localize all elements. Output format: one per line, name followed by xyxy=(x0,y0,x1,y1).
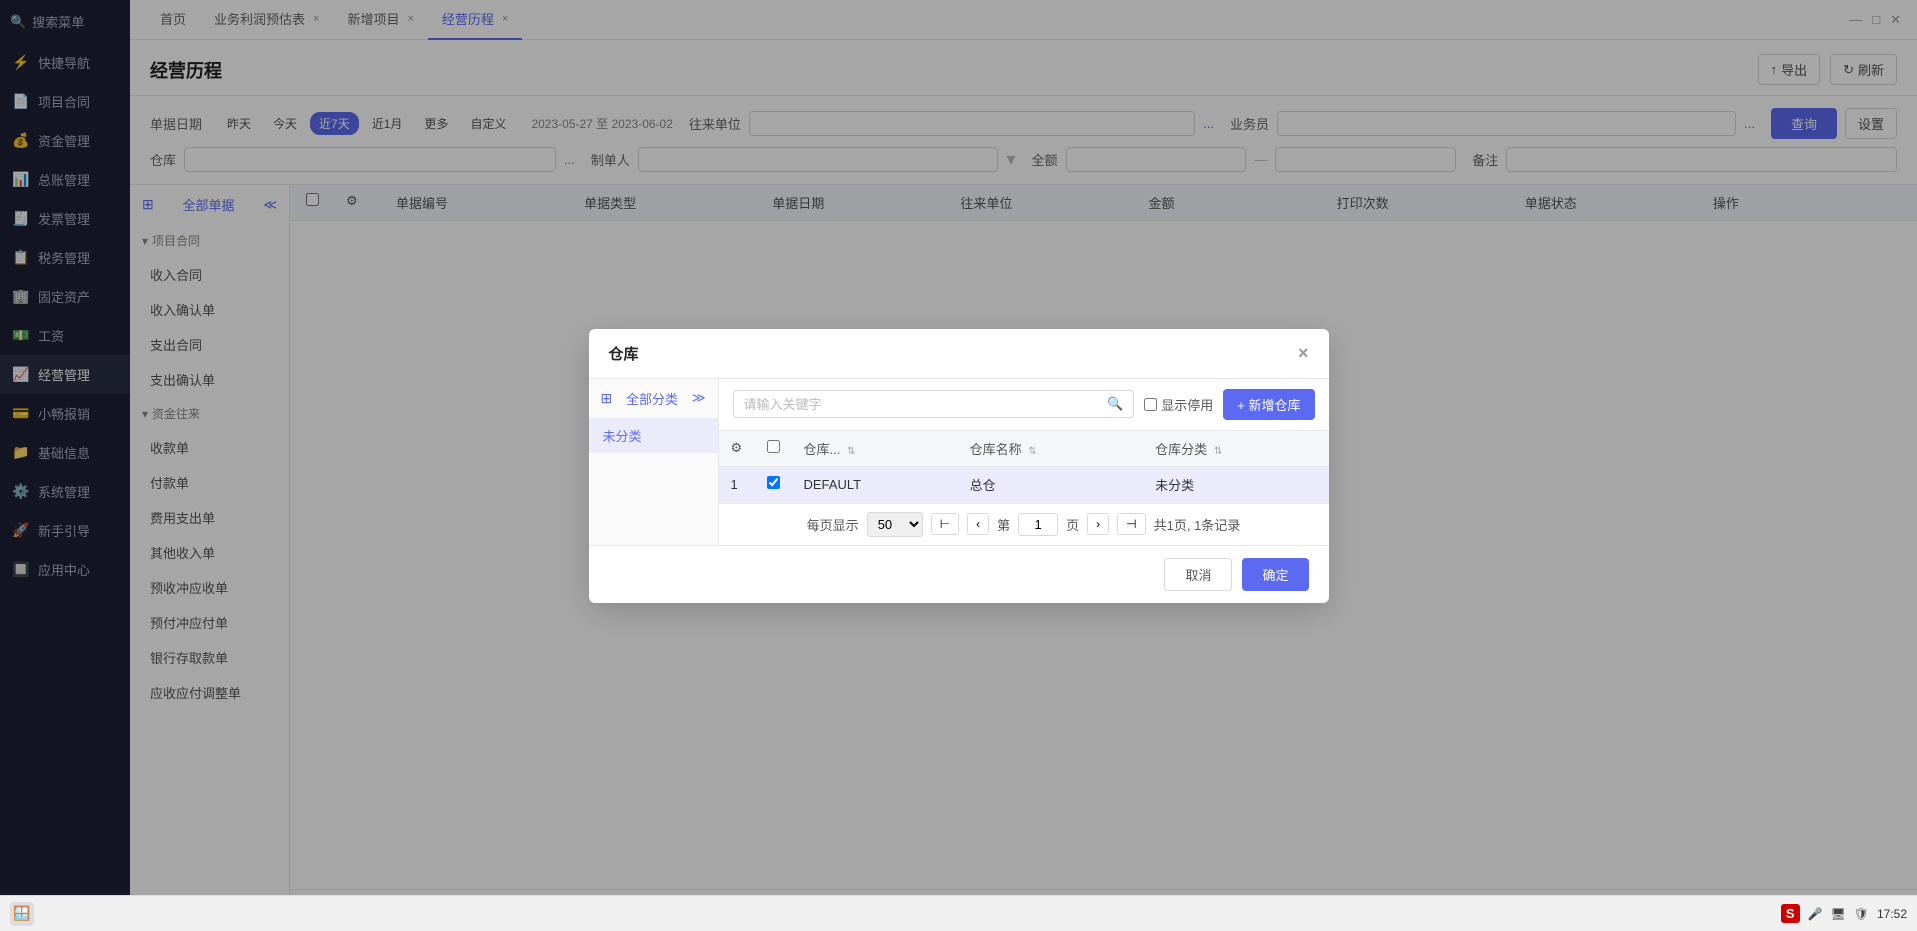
dialog-th-settings[interactable]: ⚙ xyxy=(719,431,755,467)
all-category-label: 全部分类 xyxy=(626,389,678,408)
dialog-header: 仓库 × xyxy=(589,329,1329,379)
systray-shield-icon[interactable]: 🛡 xyxy=(1854,907,1869,921)
dialog-left-panel: ⊞ 全部分类 ≫ 未分类 xyxy=(589,379,719,545)
sort-icon-name: ⇅ xyxy=(1028,446,1036,457)
dialog-right-panel: 🔍 显示停用 + 新增仓库 ⚙ xyxy=(719,379,1329,545)
sort-icon-category: ⇅ xyxy=(1214,446,1222,457)
system-tray: S 🎤 🖥 🛡 17:52 xyxy=(1781,904,1907,923)
dialog-overlay: 仓库 × ⊞ 全部分类 ≫ 未分类 🔍 xyxy=(0,0,1917,931)
dialog-select-all-checkbox[interactable] xyxy=(767,440,780,453)
cancel-button[interactable]: 取消 xyxy=(1164,558,1232,591)
dialog-left-collapse-icon[interactable]: ≫ xyxy=(692,390,706,406)
th-settings-icon: ⚙ xyxy=(731,440,743,455)
systray-mic-icon[interactable]: 🎤 xyxy=(1808,907,1823,921)
confirm-button[interactable]: 确定 xyxy=(1242,558,1308,591)
dialog-last-page-btn[interactable]: ⊣ xyxy=(1117,513,1145,535)
systray-screen-icon[interactable]: 🖥 xyxy=(1831,907,1846,921)
dialog-search-icon[interactable]: 🔍 xyxy=(1107,396,1123,412)
dialog-first-page-btn[interactable]: ⊢ xyxy=(931,513,959,535)
show-disabled-text: 显示停用 xyxy=(1161,395,1213,414)
dialog-search-box: 🔍 xyxy=(733,390,1135,418)
dialog-close-button[interactable]: × xyxy=(1298,344,1309,362)
dialog-left-all-category[interactable]: ⊞ 全部分类 ≫ xyxy=(589,379,718,418)
table-row[interactable]: 1 DEFAULT 总仓 未分类 xyxy=(719,466,1329,502)
dialog-per-page-select[interactable]: 50 10 20 100 xyxy=(867,512,923,537)
dialog-next-page-btn[interactable]: › xyxy=(1087,513,1109,535)
row-code: DEFAULT xyxy=(792,466,958,502)
dialog-th-checkbox xyxy=(755,431,792,467)
row-name: 总仓 xyxy=(958,466,1143,502)
add-warehouse-button[interactable]: + 新增仓库 xyxy=(1223,389,1314,420)
dialog-page-input[interactable] xyxy=(1018,513,1058,536)
dialog-body: ⊞ 全部分类 ≫ 未分类 🔍 显示停用 xyxy=(589,379,1329,545)
warehouse-dialog: 仓库 × ⊞ 全部分类 ≫ 未分类 🔍 xyxy=(589,329,1329,603)
taskbar-app-icon[interactable]: 🪟 xyxy=(10,902,34,926)
dialog-th-name[interactable]: 仓库名称 ⇅ xyxy=(958,431,1143,467)
row-no: 1 xyxy=(731,477,738,492)
taskbar-left: 🪟 xyxy=(10,902,34,926)
dialog-th-name-label: 仓库名称 xyxy=(970,442,1022,457)
all-category-icon: ⊞ xyxy=(601,390,613,407)
dialog-per-page-label: 每页显示 xyxy=(807,515,859,534)
dialog-actions: 取消 确定 xyxy=(589,545,1329,603)
dialog-th-code[interactable]: 仓库... ⇅ xyxy=(792,431,958,467)
dialog-pagination: 每页显示 50 10 20 100 ⊢ ‹ 第 页 › ⊣ 共1页, 1条记录 xyxy=(719,503,1329,545)
show-disabled-label[interactable]: 显示停用 xyxy=(1144,395,1213,414)
dialog-toolbar: 🔍 显示停用 + 新增仓库 xyxy=(719,379,1329,431)
dialog-th-category[interactable]: 仓库分类 ⇅ xyxy=(1143,431,1328,467)
row-category: 未分类 xyxy=(1143,466,1328,502)
dialog-prev-page-btn[interactable]: ‹ xyxy=(967,513,989,535)
row-select-checkbox[interactable] xyxy=(767,476,780,489)
taskbar: 🪟 S 🎤 🖥 🛡 17:52 xyxy=(0,895,1917,931)
show-disabled-checkbox[interactable] xyxy=(1144,398,1157,411)
systray-s-icon: S xyxy=(1781,904,1800,923)
dialog-th-category-label: 仓库分类 xyxy=(1155,442,1207,457)
dialog-page-label: 第 xyxy=(997,515,1010,534)
row-settings: 1 xyxy=(719,466,755,502)
row-checkbox xyxy=(755,466,792,502)
dialog-total-records: 共1页, 1条记录 xyxy=(1154,515,1241,534)
dialog-title: 仓库 xyxy=(609,343,639,364)
sort-icon-code: ⇅ xyxy=(847,446,855,457)
dialog-search-input[interactable] xyxy=(744,397,1102,412)
dialog-th-code-label: 仓库... xyxy=(804,442,841,457)
taskbar-time: 17:52 xyxy=(1877,907,1907,921)
dialog-page-unit: 页 xyxy=(1066,515,1079,534)
dialog-left-item-uncategorized[interactable]: 未分类 xyxy=(589,418,718,453)
dialog-table: ⚙ 仓库... ⇅ 仓库名称 xyxy=(719,431,1329,503)
